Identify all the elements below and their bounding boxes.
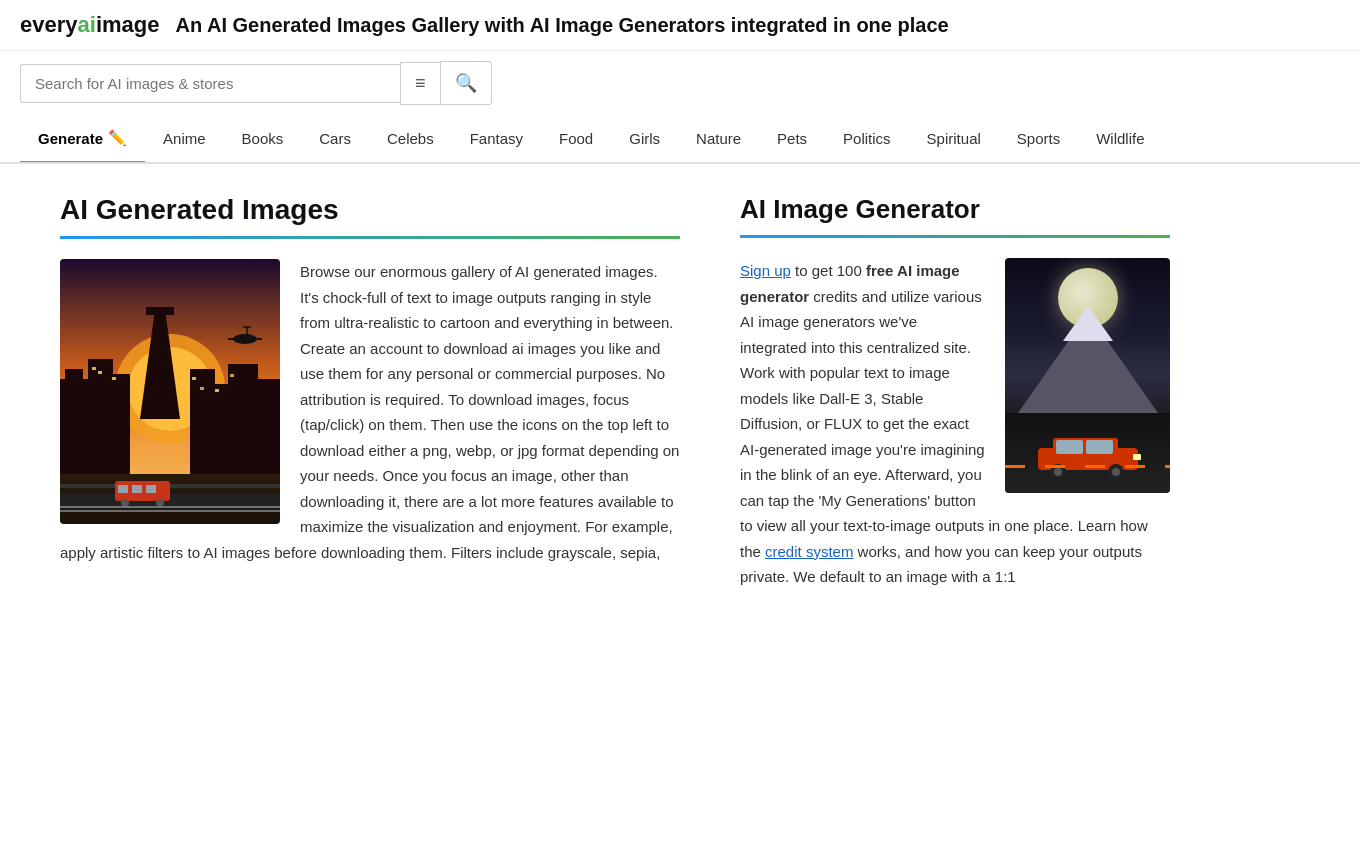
right-body-text: Sign up to get 100 free AI image generat…: [740, 258, 1170, 590]
nature-label: Nature: [696, 130, 741, 147]
books-label: Books: [242, 130, 284, 147]
nav-item-fantasy[interactable]: Fantasy: [452, 116, 541, 164]
pets-label: Pets: [777, 130, 807, 147]
anime-label: Anime: [163, 130, 206, 147]
car-svg: [1028, 428, 1148, 478]
svg-rect-25: [132, 485, 142, 493]
nav-item-books[interactable]: Books: [224, 116, 302, 164]
svg-rect-16: [192, 377, 196, 380]
svg-point-27: [121, 499, 129, 507]
wand-icon: ✏️: [108, 129, 127, 147]
svg-rect-14: [98, 371, 102, 374]
section-title-right: AI Image Generator: [740, 194, 1170, 225]
logo-suffix: image: [96, 12, 160, 37]
sports-label: Sports: [1017, 130, 1060, 147]
svg-rect-5: [88, 359, 113, 489]
right-column: AI Image Generator: [740, 194, 1170, 590]
city-image[interactable]: [60, 259, 280, 524]
search-bar-wrapper: ≡ 🔍: [0, 51, 1360, 115]
nav-item-anime[interactable]: Anime: [145, 116, 224, 164]
svg-rect-26: [146, 485, 156, 493]
ai-generator-image[interactable]: [1005, 258, 1170, 493]
filter-icon: ≡: [415, 73, 426, 93]
logo-ai: ai: [78, 12, 96, 37]
filter-button[interactable]: ≡: [400, 62, 440, 105]
wildlife-label: Wildlife: [1096, 130, 1144, 147]
nav-item-generate[interactable]: Generate ✏️: [20, 115, 145, 164]
svg-point-40: [1054, 468, 1062, 476]
nav-item-politics[interactable]: Politics: [825, 116, 909, 164]
nav-item-food[interactable]: Food: [541, 116, 611, 164]
politics-label: Politics: [843, 130, 891, 147]
svg-point-28: [156, 499, 164, 507]
nav-bar: Generate ✏️ Anime Books Cars Celebs Fant…: [0, 115, 1360, 164]
search-input[interactable]: [20, 64, 400, 103]
generate-label: Generate: [38, 130, 103, 147]
nav-item-spiritual[interactable]: Spiritual: [909, 116, 999, 164]
left-divider: [60, 236, 680, 239]
spiritual-label: Spiritual: [927, 130, 981, 147]
svg-rect-15: [112, 377, 116, 380]
signup-link[interactable]: Sign up: [740, 262, 791, 279]
svg-rect-24: [118, 485, 128, 493]
left-body-text: Browse our enormous gallery of AI genera…: [60, 259, 680, 565]
nav-item-nature[interactable]: Nature: [678, 116, 759, 164]
site-tagline: An AI Generated Images Gallery with AI I…: [175, 14, 1340, 37]
svg-rect-4: [65, 369, 83, 399]
section-title-left: AI Generated Images: [60, 194, 680, 226]
svg-rect-38: [1086, 440, 1113, 454]
left-column: AI Generated Images: [60, 194, 680, 590]
ai-image-inner: [1005, 258, 1170, 493]
svg-rect-18: [215, 389, 219, 392]
girls-label: Girls: [629, 130, 660, 147]
nav-item-cars[interactable]: Cars: [301, 116, 369, 164]
credit-system-link[interactable]: credit system: [765, 543, 853, 560]
main-content: AI Generated Images: [0, 164, 1360, 620]
header: everyaiimage An AI Generated Images Gall…: [0, 0, 1360, 51]
nav-item-wildlife[interactable]: Wildlife: [1078, 116, 1162, 164]
logo-prefix: every: [20, 12, 78, 37]
cars-label: Cars: [319, 130, 351, 147]
nav-item-girls[interactable]: Girls: [611, 116, 678, 164]
svg-rect-19: [230, 374, 234, 377]
fantasy-label: Fantasy: [470, 130, 523, 147]
nav-item-celebs[interactable]: Celebs: [369, 116, 452, 164]
svg-rect-8: [146, 307, 174, 315]
logo[interactable]: everyaiimage: [20, 12, 159, 38]
mountain-snow-element: [1063, 306, 1113, 341]
svg-rect-17: [200, 387, 204, 390]
car-scene: [1005, 413, 1170, 493]
svg-point-42: [1112, 468, 1120, 476]
search-button[interactable]: 🔍: [440, 61, 492, 105]
right-divider: [740, 235, 1170, 238]
intro-text: to get 100: [791, 262, 866, 279]
nav-item-sports[interactable]: Sports: [999, 116, 1078, 164]
search-icon: 🔍: [455, 73, 477, 93]
nav-item-pets[interactable]: Pets: [759, 116, 825, 164]
svg-rect-13: [92, 367, 96, 370]
food-label: Food: [559, 130, 593, 147]
celebs-label: Celebs: [387, 130, 434, 147]
road-line: [1005, 465, 1170, 468]
svg-rect-37: [1056, 440, 1083, 454]
svg-rect-43: [1133, 454, 1141, 460]
